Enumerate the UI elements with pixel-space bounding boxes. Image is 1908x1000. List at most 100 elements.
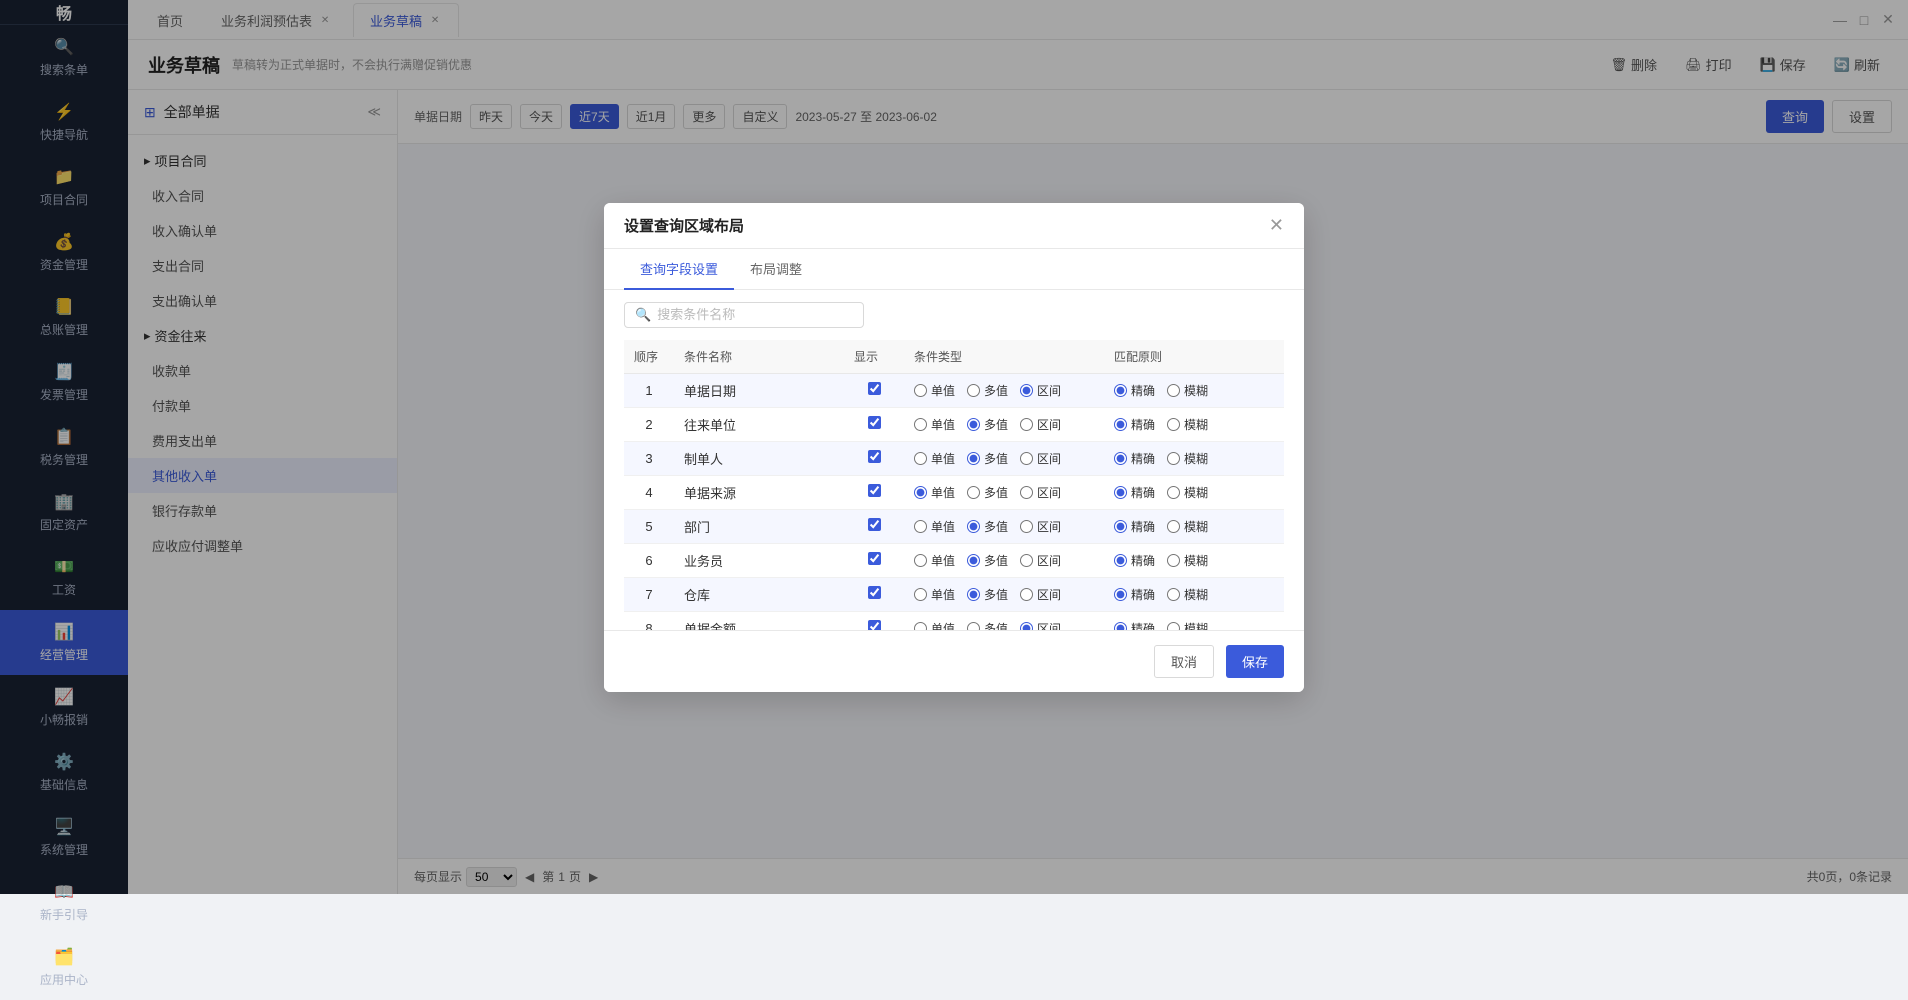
radio-multi[interactable] bbox=[967, 622, 980, 630]
radio-exact-label[interactable]: 精确 bbox=[1114, 586, 1155, 603]
radio-exact[interactable] bbox=[1114, 384, 1127, 397]
radio-range-label[interactable]: 区间 bbox=[1020, 518, 1061, 535]
radio-exact[interactable] bbox=[1114, 418, 1127, 431]
radio-fuzzy-label[interactable]: 模糊 bbox=[1167, 620, 1208, 630]
radio-exact[interactable] bbox=[1114, 554, 1127, 567]
radio-fuzzy-label[interactable]: 模糊 bbox=[1167, 518, 1208, 535]
radio-single[interactable] bbox=[914, 622, 927, 630]
radio-multi[interactable] bbox=[967, 418, 980, 431]
radio-range-label[interactable]: 区间 bbox=[1020, 586, 1061, 603]
cell-type[interactable]: 单值 多值 区间 bbox=[904, 611, 1104, 630]
radio-range[interactable] bbox=[1020, 486, 1033, 499]
show-checkbox[interactable] bbox=[868, 450, 881, 463]
radio-fuzzy-label[interactable]: 模糊 bbox=[1167, 484, 1208, 501]
radio-range-label[interactable]: 区间 bbox=[1020, 552, 1061, 569]
radio-exact[interactable] bbox=[1114, 452, 1127, 465]
radio-range[interactable] bbox=[1020, 452, 1033, 465]
cell-match[interactable]: 精确 模糊 bbox=[1104, 475, 1284, 509]
cell-show[interactable] bbox=[844, 407, 904, 441]
cell-match[interactable]: 精确 模糊 bbox=[1104, 441, 1284, 475]
cell-match[interactable]: 精确 模糊 bbox=[1104, 611, 1284, 630]
cell-show[interactable] bbox=[844, 509, 904, 543]
cell-match[interactable]: 精确 模糊 bbox=[1104, 509, 1284, 543]
radio-multi[interactable] bbox=[967, 384, 980, 397]
radio-multi-label[interactable]: 多值 bbox=[967, 620, 1008, 630]
radio-single-label[interactable]: 单值 bbox=[914, 620, 955, 630]
show-checkbox[interactable] bbox=[868, 620, 881, 630]
radio-exact-label[interactable]: 精确 bbox=[1114, 416, 1155, 433]
cell-type[interactable]: 单值 多值 区间 bbox=[904, 373, 1104, 407]
radio-multi-label[interactable]: 多值 bbox=[967, 552, 1008, 569]
radio-fuzzy-label[interactable]: 模糊 bbox=[1167, 450, 1208, 467]
cell-type[interactable]: 单值 多值 区间 bbox=[904, 543, 1104, 577]
cell-type[interactable]: 单值 多值 区间 bbox=[904, 509, 1104, 543]
radio-multi-label[interactable]: 多值 bbox=[967, 450, 1008, 467]
radio-exact[interactable] bbox=[1114, 622, 1127, 630]
radio-single[interactable] bbox=[914, 384, 927, 397]
radio-exact[interactable] bbox=[1114, 486, 1127, 499]
radio-single-label[interactable]: 单值 bbox=[914, 450, 955, 467]
radio-exact-label[interactable]: 精确 bbox=[1114, 620, 1155, 630]
cancel-button[interactable]: 取消 bbox=[1154, 645, 1214, 678]
radio-exact-label[interactable]: 精确 bbox=[1114, 484, 1155, 501]
radio-exact[interactable] bbox=[1114, 520, 1127, 533]
radio-fuzzy-label[interactable]: 模糊 bbox=[1167, 552, 1208, 569]
radio-fuzzy[interactable] bbox=[1167, 554, 1180, 567]
radio-multi-label[interactable]: 多值 bbox=[967, 382, 1008, 399]
cell-show[interactable] bbox=[844, 475, 904, 509]
radio-range-label[interactable]: 区间 bbox=[1020, 620, 1061, 630]
radio-fuzzy[interactable] bbox=[1167, 520, 1180, 533]
radio-exact[interactable] bbox=[1114, 588, 1127, 601]
radio-fuzzy[interactable] bbox=[1167, 588, 1180, 601]
radio-single[interactable] bbox=[914, 418, 927, 431]
radio-fuzzy-label[interactable]: 模糊 bbox=[1167, 416, 1208, 433]
radio-fuzzy-label[interactable]: 模糊 bbox=[1167, 382, 1208, 399]
radio-single-label[interactable]: 单值 bbox=[914, 484, 955, 501]
radio-multi[interactable] bbox=[967, 520, 980, 533]
radio-range-label[interactable]: 区间 bbox=[1020, 416, 1061, 433]
radio-exact-label[interactable]: 精确 bbox=[1114, 552, 1155, 569]
dialog-tab-fields[interactable]: 查询字段设置 bbox=[624, 249, 734, 290]
radio-fuzzy[interactable] bbox=[1167, 622, 1180, 630]
radio-range-label[interactable]: 区间 bbox=[1020, 484, 1061, 501]
radio-single-label[interactable]: 单值 bbox=[914, 552, 955, 569]
radio-multi-label[interactable]: 多值 bbox=[967, 518, 1008, 535]
radio-range[interactable] bbox=[1020, 384, 1033, 397]
show-checkbox[interactable] bbox=[868, 586, 881, 599]
cell-type[interactable]: 单值 多值 区间 bbox=[904, 441, 1104, 475]
radio-single[interactable] bbox=[914, 554, 927, 567]
radio-range[interactable] bbox=[1020, 520, 1033, 533]
radio-single[interactable] bbox=[914, 588, 927, 601]
cell-type[interactable]: 单值 多值 区间 bbox=[904, 475, 1104, 509]
show-checkbox[interactable] bbox=[868, 484, 881, 497]
show-checkbox[interactable] bbox=[868, 518, 881, 531]
cell-show[interactable] bbox=[844, 543, 904, 577]
cell-type[interactable]: 单值 多值 区间 bbox=[904, 407, 1104, 441]
radio-single[interactable] bbox=[914, 486, 927, 499]
cell-show[interactable] bbox=[844, 611, 904, 630]
radio-fuzzy[interactable] bbox=[1167, 384, 1180, 397]
show-checkbox[interactable] bbox=[868, 552, 881, 565]
radio-multi-label[interactable]: 多值 bbox=[967, 586, 1008, 603]
radio-single[interactable] bbox=[914, 452, 927, 465]
radio-single-label[interactable]: 单值 bbox=[914, 586, 955, 603]
radio-multi-label[interactable]: 多值 bbox=[967, 416, 1008, 433]
radio-multi[interactable] bbox=[967, 588, 980, 601]
show-checkbox[interactable] bbox=[868, 382, 881, 395]
radio-fuzzy[interactable] bbox=[1167, 418, 1180, 431]
radio-multi[interactable] bbox=[967, 486, 980, 499]
dialog-save-button[interactable]: 保存 bbox=[1226, 645, 1284, 678]
radio-exact-label[interactable]: 精确 bbox=[1114, 450, 1155, 467]
radio-range[interactable] bbox=[1020, 622, 1033, 630]
radio-range[interactable] bbox=[1020, 418, 1033, 431]
cell-show[interactable] bbox=[844, 373, 904, 407]
radio-range-label[interactable]: 区间 bbox=[1020, 382, 1061, 399]
radio-single[interactable] bbox=[914, 520, 927, 533]
radio-exact-label[interactable]: 精确 bbox=[1114, 382, 1155, 399]
radio-fuzzy[interactable] bbox=[1167, 486, 1180, 499]
dialog-tab-layout[interactable]: 布局调整 bbox=[734, 249, 818, 290]
radio-multi[interactable] bbox=[967, 452, 980, 465]
cell-match[interactable]: 精确 模糊 bbox=[1104, 577, 1284, 611]
cell-match[interactable]: 精确 模糊 bbox=[1104, 373, 1284, 407]
cell-match[interactable]: 精确 模糊 bbox=[1104, 407, 1284, 441]
